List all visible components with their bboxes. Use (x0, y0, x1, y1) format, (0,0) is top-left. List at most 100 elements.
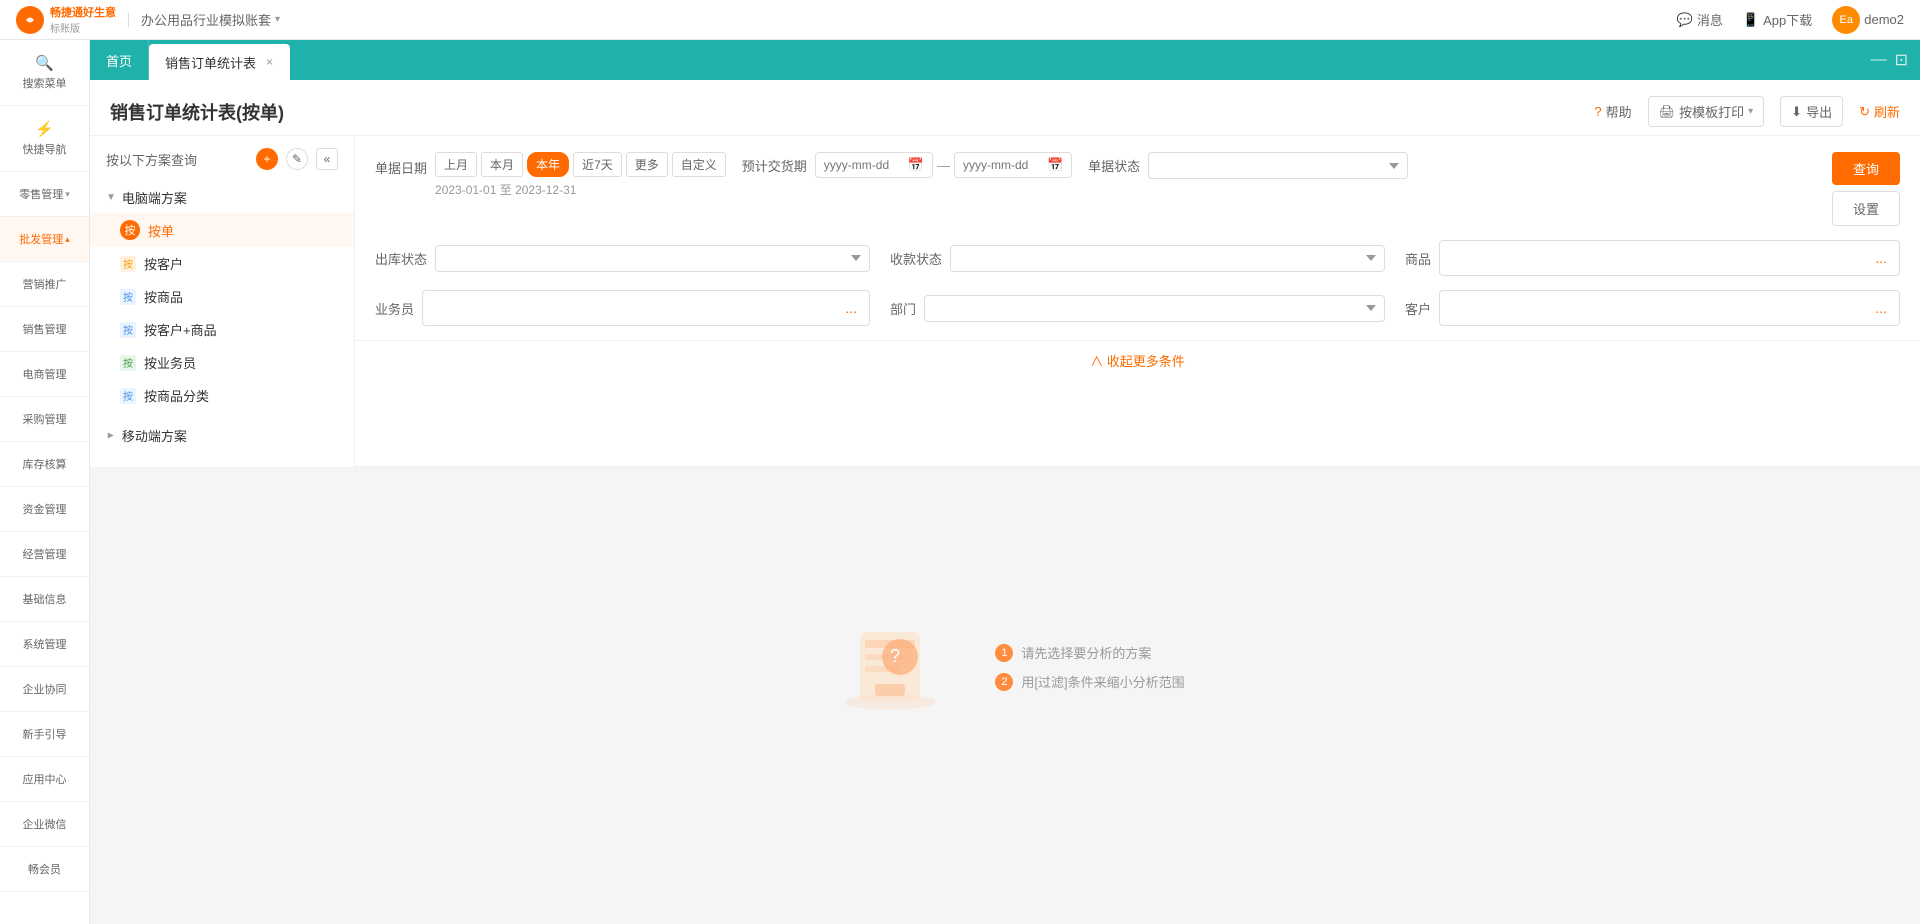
payment-status-select-wrap (950, 245, 1385, 272)
product-input-wrap: ... (1439, 240, 1900, 276)
print-button[interactable]: 🖨 按模板打印 ▾ (1648, 96, 1765, 127)
sidebar-item-enterprise[interactable]: 企业协同 (0, 667, 89, 712)
settings-button[interactable]: 设置 (1832, 191, 1900, 226)
export-button[interactable]: ⬇ 导出 (1780, 96, 1843, 127)
ship-status-label: 出库状态 (375, 249, 427, 268)
sidebar-item-finance[interactable]: 资金管理 (0, 487, 89, 532)
schema-item-by-customer-label: 按客户 (144, 254, 183, 273)
sales-input-wrap: ... (422, 290, 870, 326)
sidebar-item-purchase[interactable]: 采购管理 (0, 397, 89, 442)
ship-status-filter: 出库状态 (375, 245, 870, 272)
calendar-end-icon[interactable]: 📅 (1047, 157, 1063, 173)
schema-item-by-category[interactable]: 按 按商品分类 (90, 379, 354, 412)
page-title: 销售订单统计表(按单) (110, 99, 284, 125)
schema-item-by-order[interactable]: 按 按单 (90, 213, 354, 247)
schema-type-icon-3: 按 (120, 322, 136, 338)
schema-item-by-product[interactable]: 按 按商品 (90, 280, 354, 313)
dept-select-wrap (924, 295, 1385, 322)
right-filter-panel: 单据日期 上月 本月 本年 近7天 更多 自定义 (355, 136, 1920, 467)
date-btn-more[interactable]: 更多 (626, 152, 668, 177)
add-schema-button[interactable]: + (256, 148, 278, 170)
dept-select[interactable] (924, 295, 1385, 322)
schema-group-desktop-header[interactable]: ▼ 电脑端方案 (90, 182, 354, 213)
logo-area: 畅捷通好生意 标账版 (16, 4, 116, 35)
sales-ellipsis-button[interactable]: ... (841, 296, 861, 320)
sidebar-item-wechat[interactable]: 企业微信 (0, 802, 89, 847)
svg-text:?: ? (890, 646, 900, 666)
empty-tips-list: 1 请先选择要分析的方案 2 用[过滤]条件来缩小分析范围 (995, 643, 1184, 691)
help-button[interactable]: ? 帮助 (1594, 102, 1631, 121)
sidebar-item-marketing[interactable]: 营销推广 (0, 262, 89, 307)
date-btn-7days[interactable]: 近7天 (573, 152, 622, 177)
schema-item-by-customer[interactable]: 按 按客户 (90, 247, 354, 280)
expected-date-start-input[interactable] (824, 158, 904, 172)
sidebar-item-sales[interactable]: 销售管理 (0, 307, 89, 352)
collapse-bar[interactable]: ∧ 收起更多条件 (355, 340, 1920, 380)
app-selector[interactable]: 办公用品行业模拟账套 ▾ (141, 10, 280, 29)
sidebar-item-system[interactable]: 系统管理 (0, 622, 89, 667)
message-button[interactable]: 💬 消息 (1677, 10, 1723, 29)
tab-maximize-icon[interactable]: ⊡ (1895, 50, 1908, 70)
export-icon: ⬇ (1791, 104, 1802, 120)
tab-sales-stat[interactable]: 销售订单统计表 × (149, 44, 290, 80)
schema-item-by-sales[interactable]: 按 按业务员 (90, 346, 354, 379)
user-menu-button[interactable]: Ea demo2 (1832, 6, 1904, 34)
date-btn-this-month[interactable]: 本月 (481, 152, 523, 177)
sidebar-item-wholesale[interactable]: 批发管理 ▴ (0, 217, 89, 262)
mobile-group-arrow-icon: ▼ (105, 431, 116, 441)
sidebar-item-retail[interactable]: 零售管理 ▾ (0, 172, 89, 217)
ship-status-select[interactable] (435, 245, 870, 272)
sidebar-item-inventory[interactable]: 库存核算 (0, 442, 89, 487)
calendar-start-icon[interactable]: 📅 (908, 157, 924, 173)
sidebar-item-basic[interactable]: 基础信息 (0, 577, 89, 622)
export-label: 导出 (1806, 102, 1832, 121)
status-select[interactable] (1148, 152, 1408, 179)
tab-minimize-icon[interactable]: — (1871, 51, 1887, 69)
status-filter-label: 单据状态 (1088, 156, 1140, 175)
avatar: Ea (1832, 6, 1860, 34)
sidebar-item-newbie[interactable]: 新手引导 (0, 712, 89, 757)
date-btn-last-month[interactable]: 上月 (435, 152, 477, 177)
left-panel-title: 按以下方案查询 (106, 150, 197, 169)
tab-home[interactable]: 首页 (90, 40, 149, 80)
sales-filter-label: 业务员 (375, 299, 414, 318)
customer-filter: 客户 ... (1405, 290, 1900, 326)
expected-date-end-input[interactable] (963, 158, 1043, 172)
empty-tip-2: 2 用[过滤]条件来缩小分析范围 (995, 672, 1184, 691)
edit-schema-button[interactable]: ✎ (286, 148, 308, 170)
payment-status-filter: 收款状态 (890, 245, 1385, 272)
left-panel-header: 按以下方案查询 + ✎ « (90, 148, 354, 178)
app-download-button[interactable]: 📱 App下载 (1743, 10, 1812, 29)
date-filter-group: 单据日期 上月 本月 本年 近7天 更多 自定义 (375, 152, 726, 198)
filter-row-1: 单据日期 上月 本月 本年 近7天 更多 自定义 (375, 152, 1900, 226)
sidebar-item-members[interactable]: 畅会员 (0, 847, 89, 892)
empty-tip-1-text: 请先选择要分析的方案 (1021, 643, 1151, 662)
help-icon: ? (1594, 104, 1601, 119)
product-filter: 商品 ... (1405, 240, 1900, 276)
active-schema-icon: 按 (120, 220, 140, 240)
customer-ellipsis-button[interactable]: ... (1871, 296, 1891, 320)
status-select-wrap (1148, 152, 1408, 179)
sidebar-item-search[interactable]: 🔍 搜索菜单 (0, 40, 89, 106)
product-ellipsis-button[interactable]: ... (1871, 246, 1891, 270)
product-filter-label: 商品 (1405, 249, 1431, 268)
customer-filter-label: 客户 (1405, 299, 1431, 318)
tab-close-icon[interactable]: × (266, 55, 273, 69)
username-label: demo2 (1864, 12, 1904, 27)
date-btn-custom[interactable]: 自定义 (672, 152, 726, 177)
date-btn-this-year[interactable]: 本年 (527, 152, 569, 177)
sidebar-item-ecommerce[interactable]: 电商管理 (0, 352, 89, 397)
sidebar-item-quick-nav[interactable]: ⚡ 快捷导航 (0, 106, 89, 172)
sidebar-item-app-center[interactable]: 应用中心 (0, 757, 89, 802)
sidebar-item-operations[interactable]: 经营管理 (0, 532, 89, 577)
page-content: 销售订单统计表(按单) ? 帮助 🖨 按模板打印 ▾ ⬇ 导出 (90, 80, 1920, 924)
refresh-button[interactable]: ↻ 刷新 (1859, 102, 1900, 121)
collapse-panel-button[interactable]: « (316, 148, 338, 170)
schema-group-mobile-header[interactable]: ▼ 移动端方案 (90, 420, 354, 451)
schema-item-by-cust-prod[interactable]: 按 按客户+商品 (90, 313, 354, 346)
payment-status-select[interactable] (950, 245, 1385, 272)
edit-icon: ✎ (292, 152, 302, 166)
query-button[interactable]: 查询 (1832, 152, 1900, 185)
help-label: 帮助 (1606, 102, 1632, 121)
message-label: 消息 (1697, 10, 1723, 29)
